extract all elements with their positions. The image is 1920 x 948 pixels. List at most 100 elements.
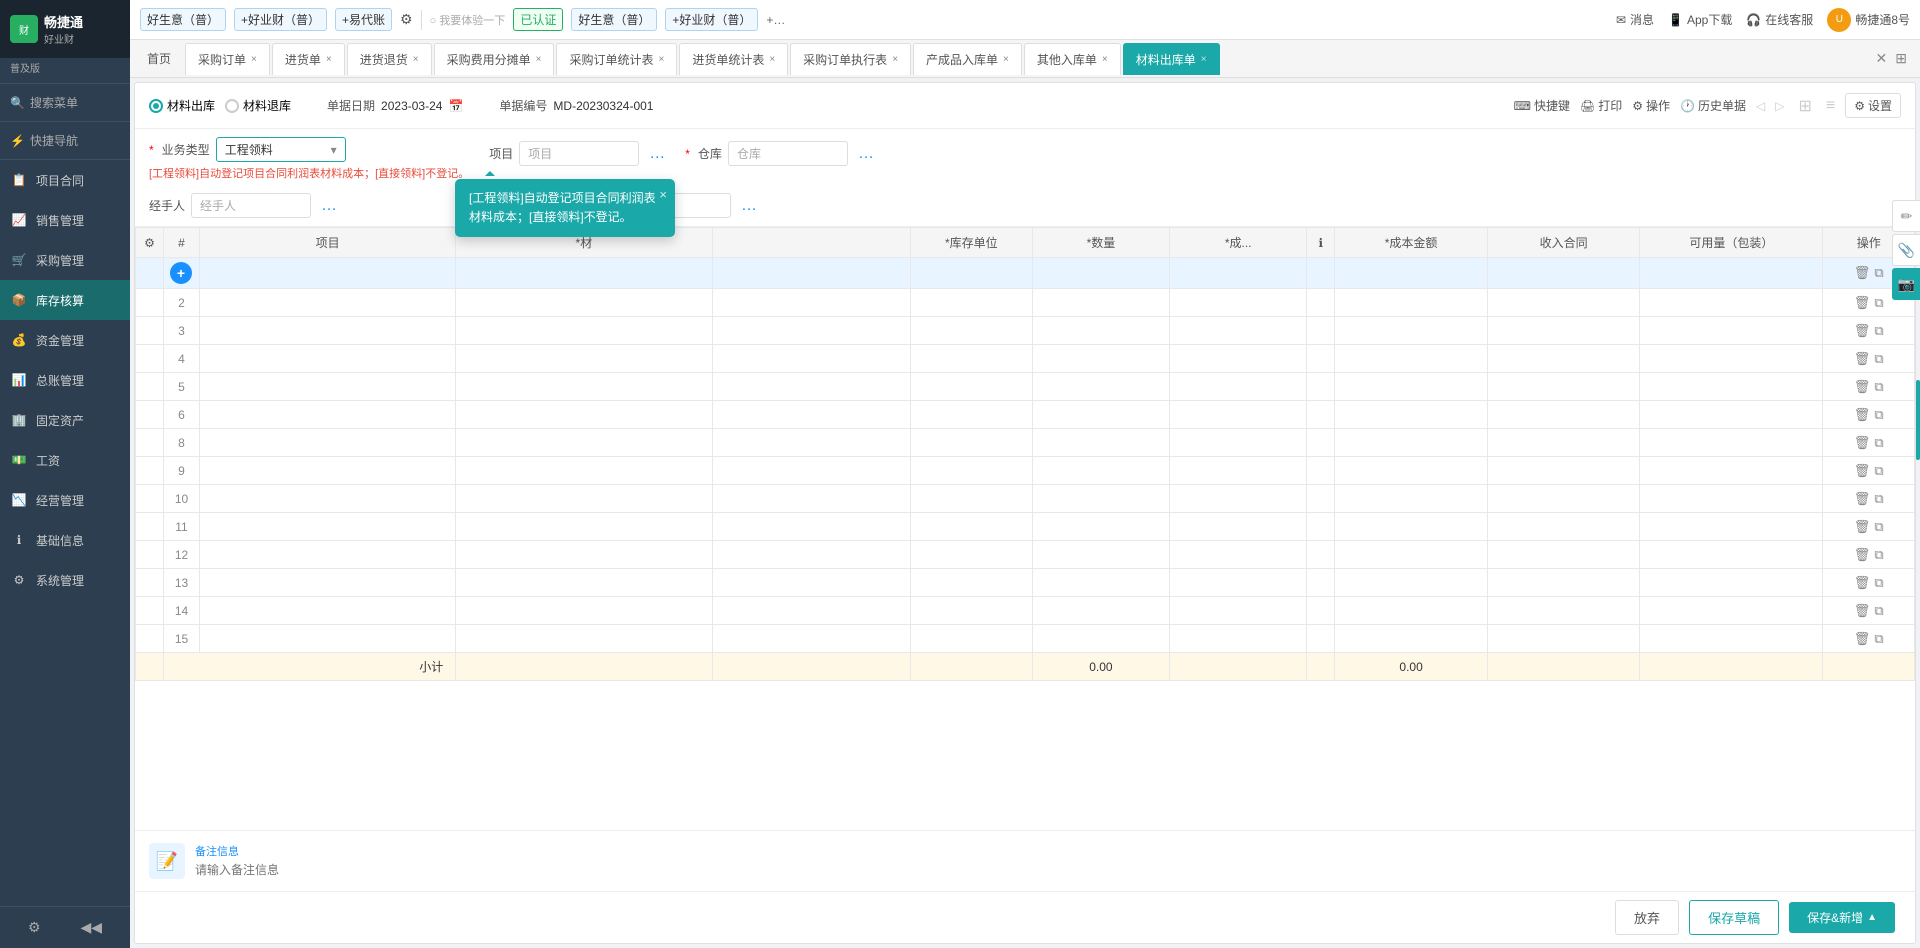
- row-qty-cell[interactable]: [1032, 317, 1169, 345]
- delete-row-btn[interactable]: 🗑: [1854, 435, 1871, 451]
- delete-row-btn[interactable]: 🗑: [1854, 491, 1871, 507]
- topbar-tag2-finance[interactable]: +好业财（普）: [665, 8, 758, 31]
- row-project-cell[interactable]: [200, 597, 456, 625]
- row-project-cell[interactable]: [200, 541, 456, 569]
- sidebar-item-search[interactable]: 🔍 搜索菜单: [0, 84, 130, 122]
- calendar-icon[interactable]: 📅: [448, 99, 463, 113]
- income-contract-more-icon[interactable]: …: [741, 197, 757, 215]
- delete-row-btn[interactable]: 🗑: [1854, 519, 1871, 535]
- history-btn[interactable]: 🕐 历史单据: [1680, 97, 1746, 114]
- row-qty-cell[interactable]: [1032, 373, 1169, 401]
- row-unit-cell[interactable]: [910, 373, 1032, 401]
- side-camera-icon-btn[interactable]: 📷: [1892, 268, 1920, 300]
- row-cost-cell[interactable]: [1170, 429, 1307, 457]
- row-project-cell[interactable]: [200, 373, 456, 401]
- delete-row-btn[interactable]: 🗑: [1854, 323, 1871, 339]
- row-cost-amt-cell[interactable]: [1335, 373, 1488, 401]
- topbar-tag-goods[interactable]: 好生意（普）: [140, 8, 226, 31]
- row-spec-cell[interactable]: [712, 541, 910, 569]
- save-new-button[interactable]: 保存&新增 ▲: [1789, 902, 1895, 933]
- row-project-cell[interactable]: [200, 513, 456, 541]
- row-qty-cell[interactable]: [1032, 401, 1169, 429]
- row-project-cell[interactable]: [200, 625, 456, 653]
- row-material-cell[interactable]: [456, 401, 712, 429]
- row-material-cell[interactable]: [456, 513, 712, 541]
- row-cost-cell[interactable]: [1170, 485, 1307, 513]
- row-material-cell[interactable]: [456, 541, 712, 569]
- delete-row-btn[interactable]: 🗑: [1854, 295, 1871, 311]
- row-qty-cell[interactable]: [1032, 457, 1169, 485]
- row-project-cell[interactable]: [200, 345, 456, 373]
- row-income-cell[interactable]: [1487, 625, 1640, 653]
- row-cost-cell[interactable]: [1170, 317, 1307, 345]
- row-cost-amt-cell[interactable]: [1335, 625, 1488, 653]
- tab-close-icon[interactable]: ×: [251, 54, 257, 65]
- discard-button[interactable]: 放弃: [1615, 900, 1679, 935]
- row-spec-cell[interactable]: [712, 258, 910, 289]
- row-income-cell[interactable]: [1487, 373, 1640, 401]
- view-list-icon[interactable]: ≡: [1826, 97, 1835, 115]
- sidebar-item-salary[interactable]: 💵 工资: [0, 440, 130, 480]
- row-cost-cell[interactable]: [1170, 373, 1307, 401]
- row-spec-cell[interactable]: [712, 317, 910, 345]
- print-btn[interactable]: 🖨 打印: [1580, 97, 1622, 114]
- sidebar-item-quicknav[interactable]: ⚡ 快捷导航: [0, 122, 130, 160]
- topbar-service-btn[interactable]: 🎧 在线客服: [1746, 11, 1813, 28]
- handler-more-icon[interactable]: …: [321, 197, 337, 215]
- tab-close-icon[interactable]: ×: [1102, 54, 1108, 65]
- row-cost-amt-cell[interactable]: [1335, 317, 1488, 345]
- project-more-icon[interactable]: …: [649, 145, 665, 163]
- tab-other-inbound[interactable]: 其他入库单 ×: [1024, 43, 1121, 75]
- row-unit-cell[interactable]: [910, 625, 1032, 653]
- row-cost-amt-cell[interactable]: [1335, 541, 1488, 569]
- row-material-input[interactable]: [462, 266, 705, 280]
- copy-row-btn[interactable]: ⧉: [1874, 407, 1883, 423]
- close-tab-icon[interactable]: ✕: [1876, 50, 1888, 67]
- sidebar-item-ledger[interactable]: 📊 总账管理: [0, 360, 130, 400]
- sidebar-item-assets[interactable]: 🏢 固定资产: [0, 400, 130, 440]
- copy-row-btn[interactable]: ⧉: [1874, 265, 1883, 281]
- nav-next-icon[interactable]: ▷: [1775, 99, 1784, 113]
- row-cost-cell[interactable]: [1170, 541, 1307, 569]
- row-unit-cell[interactable]: [910, 597, 1032, 625]
- row-material-cell[interactable]: [456, 317, 712, 345]
- row-spec-cell[interactable]: [712, 569, 910, 597]
- row-spec-cell[interactable]: [712, 401, 910, 429]
- row-income-cell[interactable]: [1487, 317, 1640, 345]
- row-material-cell[interactable]: [456, 429, 712, 457]
- row-qty-cell[interactable]: [1032, 289, 1169, 317]
- row-unit-cell[interactable]: [910, 345, 1032, 373]
- operations-btn[interactable]: ⚙ 操作: [1632, 97, 1670, 114]
- topbar-user-info[interactable]: U 畅捷通8号: [1827, 8, 1910, 32]
- row-project-cell[interactable]: [200, 317, 456, 345]
- delete-row-btn[interactable]: 🗑: [1854, 547, 1871, 563]
- row-unit-cell[interactable]: [910, 569, 1032, 597]
- row-spec-cell[interactable]: [712, 597, 910, 625]
- copy-row-btn[interactable]: ⧉: [1874, 547, 1883, 563]
- side-edit-icon-btn[interactable]: ✏: [1892, 200, 1920, 232]
- row-unit-cell[interactable]: [910, 258, 1032, 289]
- sidebar-item-purchase[interactable]: 🛒 采购管理: [0, 240, 130, 280]
- tab-purchase-order[interactable]: 采购订单 ×: [185, 43, 270, 75]
- row-material-cell[interactable]: [456, 597, 712, 625]
- row-cost-cell[interactable]: [1170, 289, 1307, 317]
- row-material-cell[interactable]: [456, 457, 712, 485]
- row-material-cell[interactable]: [456, 485, 712, 513]
- tab-goods-return[interactable]: 进货退货 ×: [347, 43, 432, 75]
- row-cost-amt-cell[interactable]: [1335, 485, 1488, 513]
- row-income-cell[interactable]: [1487, 345, 1640, 373]
- copy-row-btn[interactable]: ⧉: [1874, 379, 1883, 395]
- row-spec-cell[interactable]: [712, 345, 910, 373]
- tab-finished-goods[interactable]: 产成品入库单 ×: [913, 43, 1022, 75]
- sidebar-item-inventory[interactable]: 📦 库存核算: [0, 280, 130, 320]
- delete-row-btn[interactable]: 🗑: [1854, 265, 1871, 281]
- topbar-settings-icon[interactable]: ⚙: [400, 11, 413, 28]
- sidebar-item-management[interactable]: 📉 经营管理: [0, 480, 130, 520]
- row-qty-cell[interactable]: [1032, 541, 1169, 569]
- row-income-cell[interactable]: [1487, 485, 1640, 513]
- topbar-tag-finance[interactable]: +好业财（普）: [234, 8, 327, 31]
- row-cost-cell[interactable]: [1170, 345, 1307, 373]
- tab-purchase-exec[interactable]: 采购订单执行表 ×: [790, 43, 911, 75]
- row-spec-cell[interactable]: [712, 457, 910, 485]
- warehouse-input[interactable]: 仓库: [728, 141, 848, 166]
